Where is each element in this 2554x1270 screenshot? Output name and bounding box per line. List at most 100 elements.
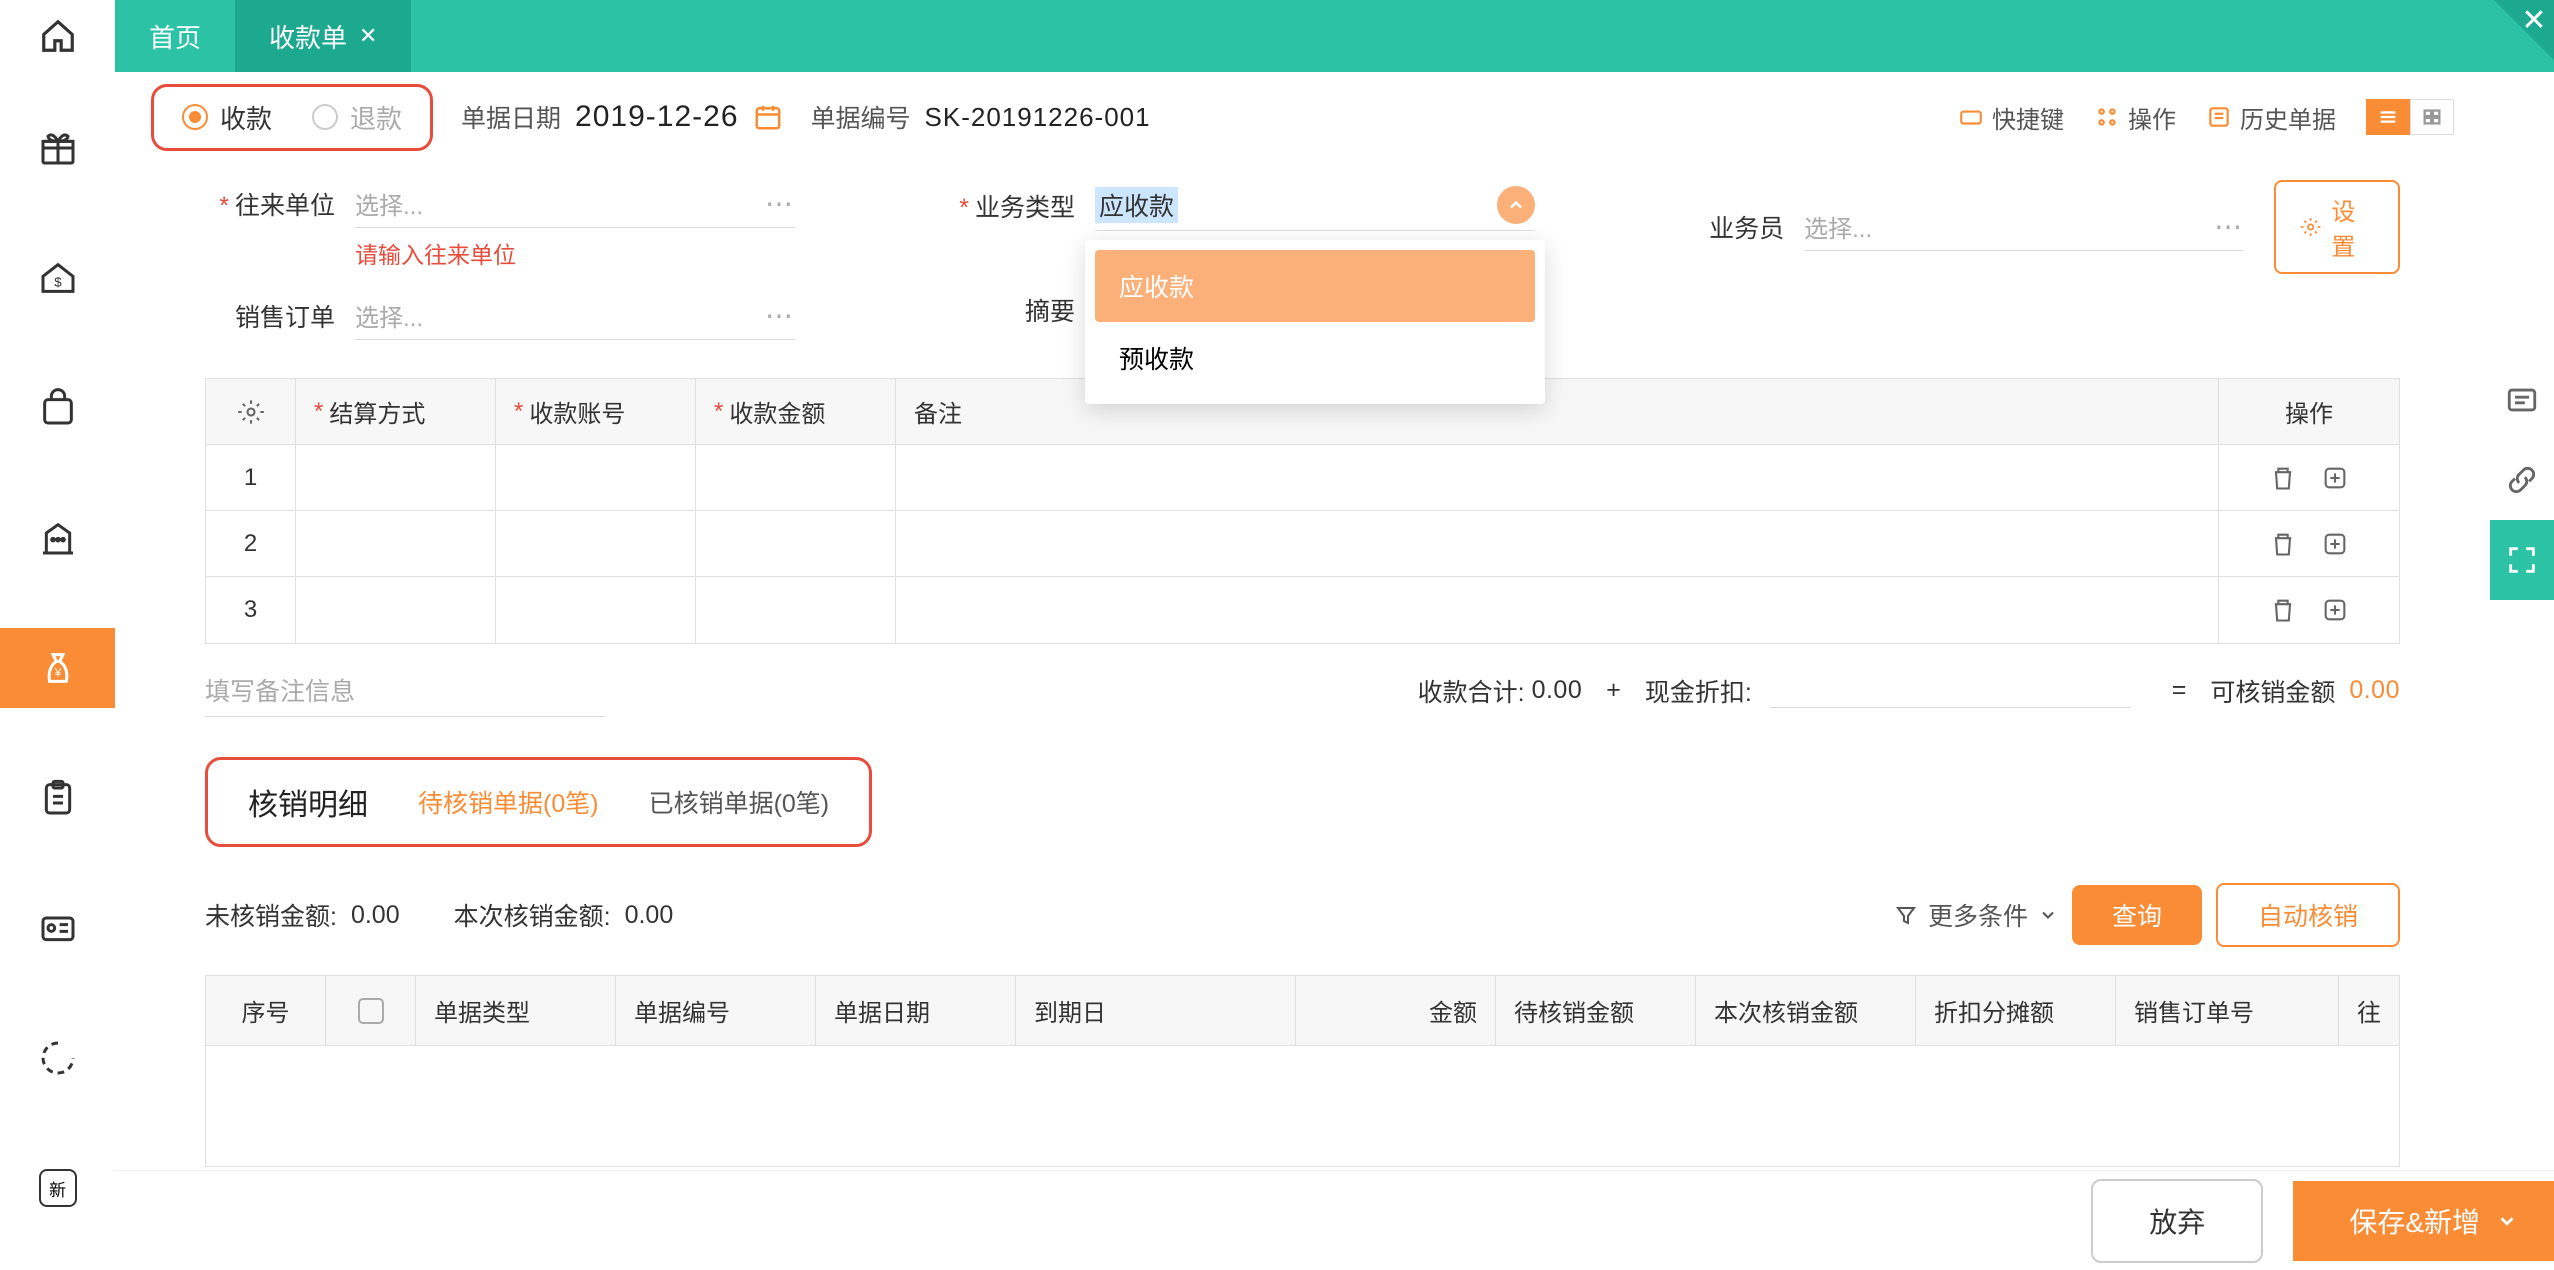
sales-order-input[interactable]: 选择... ⋯	[355, 292, 795, 340]
amount-cell[interactable]	[696, 511, 896, 576]
totals-row: 填写备注信息 收款合计: 0.00 + 现金折扣: = 可核销金额 0.00	[205, 664, 2400, 717]
sidebar-item-id-card[interactable]	[0, 888, 115, 968]
verification-header: 核销明细 待核销单据(0笔) 已核销单据(0笔)	[205, 757, 872, 847]
vcol-no: 单据编号	[616, 976, 816, 1045]
footer-bar: 放弃 保存&新增	[115, 1170, 2554, 1270]
radio-receive[interactable]: 收款	[182, 99, 272, 136]
view-card-button[interactable]	[2410, 99, 2454, 135]
tab-pending-writeoff[interactable]: 待核销单据(0笔)	[418, 784, 599, 820]
party-label: 往来单位	[235, 192, 335, 220]
row-index: 1	[206, 445, 296, 510]
more-filters-link[interactable]: 更多条件	[1894, 897, 2058, 933]
sales-order-label: 销售订单	[205, 298, 335, 334]
sidebar-item-new[interactable]: 新	[0, 1148, 115, 1228]
amount-cell[interactable]	[696, 577, 896, 643]
verification-empty-row	[206, 1046, 2399, 1166]
discount-input[interactable]	[1770, 674, 2130, 708]
vcol-date: 单据日期	[816, 976, 1016, 1045]
left-sidebar: $ ¥ 新	[0, 72, 115, 1270]
amount-cell[interactable]	[696, 445, 896, 510]
settle-cell[interactable]	[296, 577, 496, 643]
query-button[interactable]: 查询	[2072, 885, 2202, 945]
salesman-input[interactable]: 选择... ⋯	[1804, 203, 2244, 251]
summary-label: 摘要	[945, 292, 1075, 328]
auto-writeoff-button[interactable]: 自动核销	[2216, 883, 2400, 947]
calendar-icon[interactable]	[753, 102, 783, 132]
field-label: 单据编号	[811, 99, 911, 135]
dropdown-option-advance[interactable]: 预收款	[1095, 322, 1535, 394]
remark-input[interactable]: 填写备注信息	[205, 664, 605, 717]
view-list-button[interactable]	[2366, 99, 2410, 135]
this-writeoff-label: 本次核销金额:	[454, 897, 611, 933]
cancel-button[interactable]: 放弃	[2091, 1179, 2263, 1263]
sidebar-item-money-bag[interactable]: ¥	[0, 628, 115, 708]
settle-cell[interactable]	[296, 511, 496, 576]
nav-home-icon-slot[interactable]	[0, 0, 115, 72]
shortcut-link[interactable]: 快捷键	[1958, 100, 2064, 135]
settle-cell[interactable]	[296, 445, 496, 510]
col-settle-label: 结算方式	[329, 394, 425, 429]
trash-icon[interactable]	[2269, 530, 2297, 558]
account-cell[interactable]	[496, 511, 696, 576]
account-cell[interactable]	[496, 577, 696, 643]
biz-type-select[interactable]: 应收款 应收款 预收款	[1095, 180, 1535, 231]
gear-icon	[237, 398, 265, 426]
building-icon	[38, 518, 78, 558]
history-icon	[2206, 104, 2232, 130]
right-sidebar-expand[interactable]	[2490, 520, 2554, 600]
radio-refund[interactable]: 退款	[312, 99, 402, 136]
sidebar-item-clipboard[interactable]	[0, 758, 115, 838]
discount-label: 现金折扣:	[1645, 673, 1752, 709]
trash-icon[interactable]	[2269, 596, 2297, 624]
checkbox-icon	[358, 998, 384, 1024]
filter-icon	[1894, 903, 1918, 927]
note-cell[interactable]	[896, 445, 2219, 510]
add-row-icon[interactable]	[2321, 530, 2349, 558]
verification-section: 核销明细 待核销单据(0笔) 已核销单据(0笔) 未核销金额: 0.00 本次核…	[205, 757, 2400, 1167]
sidebar-item-gift[interactable]	[0, 108, 115, 188]
col-account-label: 收款账号	[529, 394, 625, 429]
form-section: *往来单位 选择... ⋯ 请输入往来单位 *业务类型 应收款 应收款 预收款	[115, 162, 2490, 358]
sidebar-item-bag[interactable]	[0, 368, 115, 448]
vcol-checkbox[interactable]	[326, 976, 416, 1045]
more-icon[interactable]: ⋯	[765, 299, 795, 332]
vcol-party: 往	[2339, 976, 2399, 1045]
sidebar-item-house-money[interactable]: $	[0, 238, 115, 318]
save-and-new-button[interactable]: 保存&新增	[2293, 1181, 2554, 1261]
add-row-icon[interactable]	[2321, 596, 2349, 624]
dropdown-option-receivable[interactable]: 应收款	[1095, 250, 1535, 322]
account-cell[interactable]	[496, 445, 696, 510]
operate-link[interactable]: 操作	[2094, 100, 2176, 135]
writeoff-amount: 0.00	[2349, 676, 2400, 705]
receipt-total-label: 收款合计:	[1418, 673, 1525, 709]
right-sidebar-message[interactable]	[2490, 360, 2554, 440]
nav-tab-home[interactable]: 首页	[115, 0, 235, 72]
trash-icon[interactable]	[2269, 464, 2297, 492]
tab-done-writeoff[interactable]: 已核销单据(0笔)	[649, 784, 830, 820]
main-content: 收款 退款 单据日期 2019-12-26 单据编号 SK-20191226-0…	[115, 72, 2490, 1270]
radio-label: 退款	[350, 99, 402, 136]
keyboard-icon	[1958, 104, 1984, 130]
party-error-text: 请输入往来单位	[355, 236, 516, 270]
table-row: 1	[206, 445, 2399, 511]
history-link[interactable]: 历史单据	[2206, 100, 2336, 135]
table-gear-header[interactable]	[206, 379, 296, 444]
window-close-button[interactable]: ✕	[2494, 0, 2554, 60]
biz-type-value: 应收款	[1095, 187, 1178, 223]
vcol-amount: 金额	[1296, 976, 1496, 1045]
nav-tab-receipt[interactable]: 收款单 ✕	[235, 0, 411, 72]
table-row: 2	[206, 511, 2399, 577]
more-icon[interactable]: ⋯	[2214, 210, 2244, 243]
note-cell[interactable]	[896, 577, 2219, 643]
right-sidebar-link[interactable]	[2490, 440, 2554, 520]
party-input[interactable]: 选择... ⋯	[355, 180, 795, 228]
add-row-icon[interactable]	[2321, 464, 2349, 492]
sidebar-item-building[interactable]	[0, 498, 115, 578]
sidebar-item-loading[interactable]	[0, 1018, 115, 1098]
more-icon[interactable]: ⋯	[765, 187, 795, 220]
doc-date-value[interactable]: 2019-12-26	[575, 100, 738, 134]
chevron-up-icon[interactable]	[1497, 186, 1535, 224]
settings-button[interactable]: 设置	[2274, 180, 2400, 274]
close-icon[interactable]: ✕	[359, 23, 377, 49]
note-cell[interactable]	[896, 511, 2219, 576]
